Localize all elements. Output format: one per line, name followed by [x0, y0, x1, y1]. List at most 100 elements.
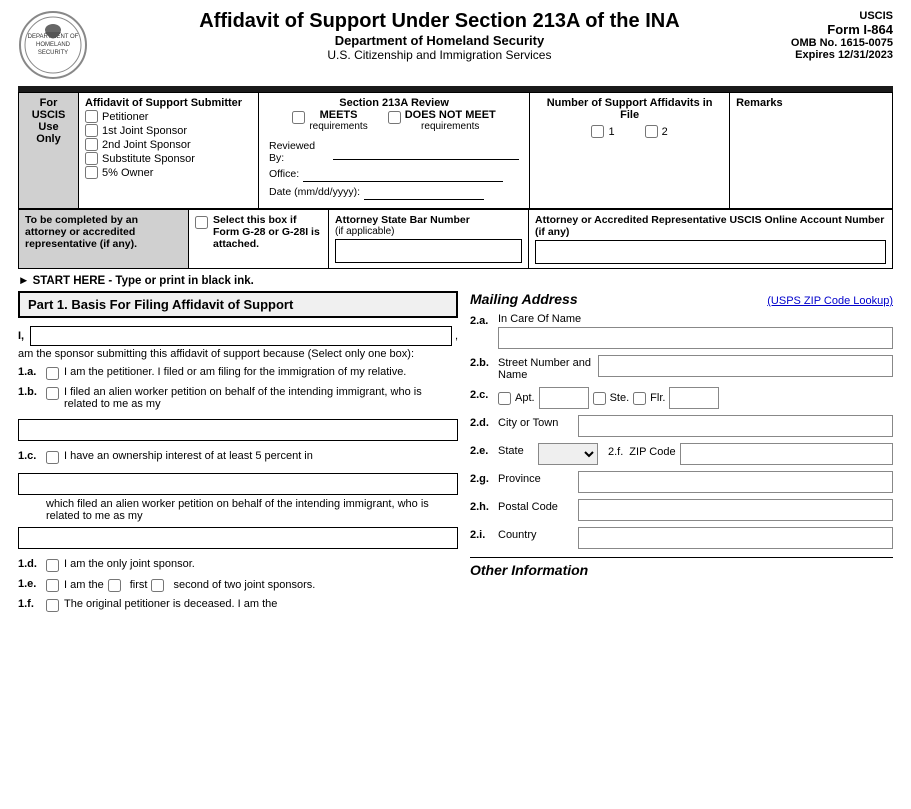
attorney-bar-cell: Attorney State Bar Number (if applicable… — [329, 210, 529, 269]
uscis-account-input[interactable] — [535, 240, 886, 264]
q1c-company-input[interactable] — [18, 473, 458, 495]
address-row-2a: 2.a. In Care Of Name — [470, 313, 893, 349]
uscis-use-table: For USCIS Use Only Affidavit of Support … — [18, 92, 893, 209]
in-care-of-input[interactable] — [498, 327, 893, 349]
start-here-label: ► START HERE - Type or print in black in… — [18, 275, 893, 287]
for-uscis-cell: For USCIS Use Only — [19, 93, 79, 209]
2nd-joint-checkbox[interactable] — [85, 138, 98, 151]
address-row-2g: 2.g. Province — [470, 471, 893, 493]
bar-number-input[interactable] — [335, 239, 522, 263]
svg-text:HOMELAND: HOMELAND — [36, 42, 71, 48]
affidavit-1-checkbox[interactable] — [591, 125, 604, 138]
1st-joint-checkbox[interactable] — [85, 124, 98, 137]
address-row-2i: 2.i. Country — [470, 527, 893, 549]
question-1b: 1.b. I filed an alien worker petition on… — [18, 386, 458, 410]
attorney-table: To be completed by an attorney or accred… — [18, 209, 893, 269]
city-input[interactable] — [578, 415, 893, 437]
form-number: Form I-864 — [791, 22, 893, 37]
substitute-checkbox[interactable] — [85, 152, 98, 165]
question-1e: 1.e. I am the first second of two joint … — [18, 578, 458, 592]
question-1f: 1.f. The original petitioner is deceased… — [18, 598, 458, 612]
petitioner-checkbox[interactable] — [85, 110, 98, 123]
reviewed-by-input[interactable] — [333, 144, 519, 160]
q1f-checkbox[interactable] — [46, 599, 59, 612]
flr-input[interactable] — [669, 387, 719, 409]
q1a-checkbox[interactable] — [46, 367, 59, 380]
svg-text:SECURITY: SECURITY — [38, 50, 68, 56]
affidavit-2-checkbox[interactable] — [645, 125, 658, 138]
expiration: Expires 12/31/2023 — [791, 49, 893, 61]
remarks-cell: Remarks — [730, 93, 893, 209]
question-1d: 1.d. I am the only joint sponsor. — [18, 558, 458, 572]
flr-checkbox[interactable] — [633, 392, 646, 405]
q1e-first-checkbox[interactable] — [108, 579, 121, 592]
street-input[interactable] — [598, 355, 893, 377]
checkbox-substitute[interactable]: Substitute Sponsor — [85, 152, 252, 165]
page-header: DEPARTMENT OF HOMELAND SECURITY Affidavi… — [18, 10, 893, 80]
affidavit-1-check[interactable]: 1 — [591, 125, 614, 138]
checkbox-2nd-joint[interactable]: 2nd Joint Sponsor — [85, 138, 252, 151]
meets-checkbox-group[interactable]: MEETS requirements — [292, 109, 367, 132]
does-not-meet-checkbox-group[interactable]: DOES NOT MEET requirements — [388, 109, 496, 132]
agency-label: U.S. Citizenship and Immigration Service… — [98, 48, 781, 62]
uscis-logo: DEPARTMENT OF HOMELAND SECURITY — [18, 10, 88, 80]
checkbox-1st-joint[interactable]: 1st Joint Sponsor — [85, 124, 252, 137]
attorney-checkbox-cell[interactable]: Select this box if Form G-28 or G-28I is… — [189, 210, 329, 269]
mailing-address-header: Mailing Address (USPS ZIP Code Lookup) — [470, 291, 893, 307]
other-info-header: Other Information — [470, 557, 893, 578]
omb-number: OMB No. 1615-0075 — [791, 37, 893, 49]
dept-label: Department of Homeland Security — [98, 33, 781, 48]
q1d-checkbox[interactable] — [46, 559, 59, 572]
section213-cell: Section 213A Review MEETS requirements D… — [259, 93, 530, 209]
sponsor-name-input[interactable] — [30, 326, 452, 346]
address-row-2d: 2.d. City or Town — [470, 415, 893, 437]
address-row-2e-2f: 2.e. State 2.f. ZIP Code — [470, 443, 893, 465]
q1b-checkbox[interactable] — [46, 387, 59, 400]
postal-code-input[interactable] — [578, 499, 893, 521]
apt-checkbox[interactable] — [498, 392, 511, 405]
question-1c: 1.c. I have an ownership interest of at … — [18, 450, 458, 464]
date-input[interactable] — [364, 184, 484, 200]
checkbox-petitioner[interactable]: Petitioner — [85, 110, 252, 123]
form-title: Affidavit of Support Under Section 213A … — [98, 10, 781, 33]
country-input[interactable] — [578, 527, 893, 549]
attorney-rep-cell: Attorney or Accredited Representative US… — [529, 210, 893, 269]
affidavit-2-check[interactable]: 2 — [645, 125, 668, 138]
right-column: Mailing Address (USPS ZIP Code Lookup) 2… — [470, 291, 893, 618]
address-row-2c: 2.c. Apt. Ste. Flr. — [470, 387, 893, 409]
office-input[interactable] — [303, 166, 503, 182]
state-select[interactable] — [538, 443, 598, 465]
number-affidavits-cell: Number of Support Affidavits in File 1 2 — [530, 93, 730, 209]
q1e-second-checkbox[interactable] — [151, 579, 164, 592]
zip-input[interactable] — [680, 443, 893, 465]
apt-input[interactable] — [539, 387, 589, 409]
q1e-checkbox[interactable] — [46, 579, 59, 592]
uscis-label: USCIS — [791, 10, 893, 22]
ste-checkbox[interactable] — [593, 392, 606, 405]
am-sponsor-text: am the sponsor submitting this affidavit… — [18, 348, 458, 360]
q1b-input[interactable] — [18, 419, 458, 441]
apt-ste-flr-row: Apt. Ste. Flr. — [498, 387, 893, 409]
sponsor-name-line: I, , — [18, 326, 458, 346]
does-not-meet-checkbox[interactable] — [388, 111, 401, 124]
address-row-2b: 2.b. Street Number and Name — [470, 355, 893, 381]
g28-checkbox[interactable] — [195, 216, 208, 229]
q1c-relation-input[interactable] — [18, 527, 458, 549]
submitter-cell: Affidavit of Support Submitter Petitione… — [79, 93, 259, 209]
question-1a: 1.a. I am the petitioner. I filed or am … — [18, 366, 458, 380]
part1-header: Part 1. Basis For Filing Affidavit of Su… — [18, 291, 458, 318]
checkbox-5pct-owner[interactable]: 5% Owner — [85, 166, 252, 179]
main-content: Part 1. Basis For Filing Affidavit of Su… — [18, 291, 893, 618]
5pct-checkbox[interactable] — [85, 166, 98, 179]
review-section: Reviewed By: Office: Date (mm/dd/yyyy): — [265, 136, 523, 204]
province-input[interactable] — [578, 471, 893, 493]
header-title-block: Affidavit of Support Under Section 213A … — [88, 10, 791, 62]
q1c-checkbox[interactable] — [46, 451, 59, 464]
form-info-block: USCIS Form I-864 OMB No. 1615-0075 Expir… — [791, 10, 893, 61]
left-column: Part 1. Basis For Filing Affidavit of Su… — [18, 291, 458, 618]
meets-checkbox[interactable] — [292, 111, 305, 124]
attorney-left-cell: To be completed by an attorney or accred… — [19, 210, 189, 269]
address-row-2h: 2.h. Postal Code — [470, 499, 893, 521]
usps-lookup-link[interactable]: (USPS ZIP Code Lookup) — [767, 295, 893, 307]
q1c-text2: which filed an alien worker petition on … — [46, 498, 458, 522]
